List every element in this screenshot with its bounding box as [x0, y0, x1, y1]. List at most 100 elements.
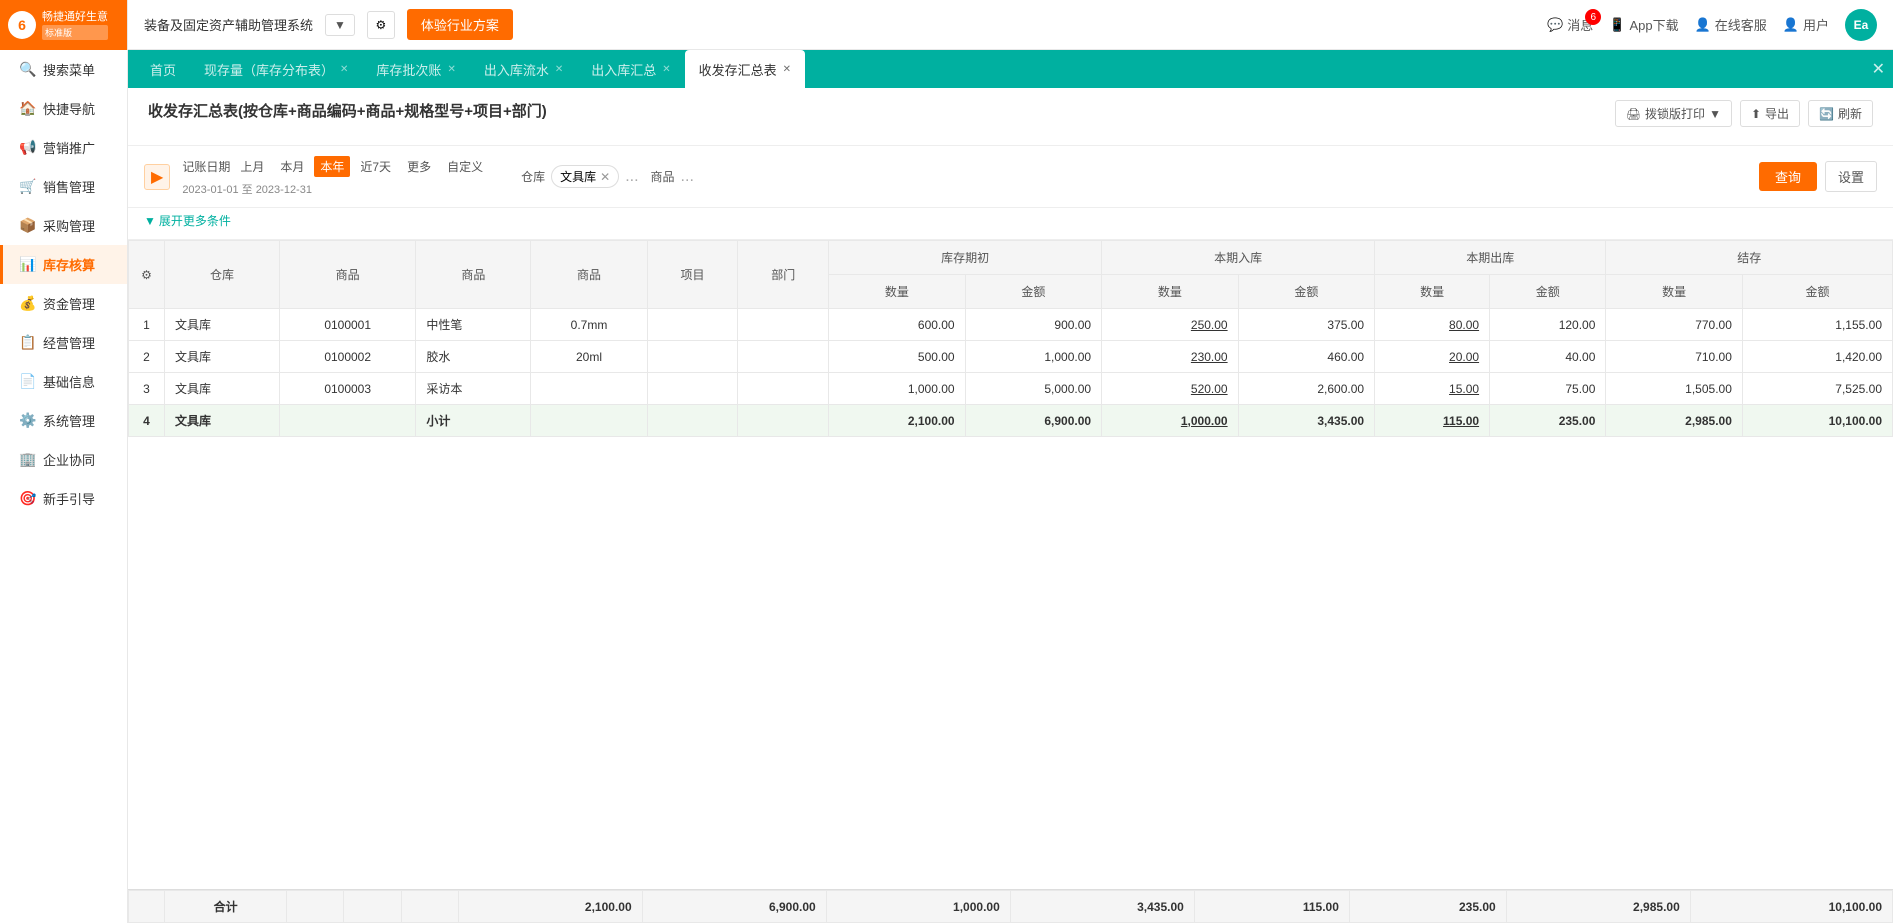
sidebar-item-purchase[interactable]: 📦 采购管理 [0, 206, 127, 245]
sidebar-item-search[interactable]: 🔍 搜索菜单 [0, 50, 127, 89]
basic-icon: 📄 [19, 373, 35, 390]
filter-expand-arrow[interactable]: ▶ [144, 164, 170, 190]
tab-inventory-dist[interactable]: 现存量（库存分布表） ✕ [190, 50, 362, 88]
avatar[interactable]: Ea [1845, 9, 1877, 41]
inbound-qty-link[interactable]: 1,000.00 [1181, 414, 1228, 428]
sidebar-item-marketing[interactable]: 📢 营销推广 [0, 128, 127, 167]
outbound-qty-link[interactable]: 80.00 [1449, 318, 1479, 332]
tab-summary-close[interactable]: ✕ [662, 64, 670, 75]
expand-more-button[interactable]: ▼ 展开更多条件 [144, 212, 231, 229]
tab-inventory-dist-close[interactable]: ✕ [340, 64, 348, 75]
th-inbound: 本期入库 [1102, 241, 1375, 275]
cell-outbound-amt: 120.00 [1490, 309, 1606, 341]
filter-action-buttons: 查询 设置 [1759, 161, 1877, 192]
date-btn-7days[interactable]: 近7天 [354, 156, 397, 177]
message-button[interactable]: 💬 消息 6 [1547, 15, 1593, 34]
date-btn-this-month[interactable]: 本月 [274, 156, 310, 177]
sidebar-item-label: 系统管理 [43, 411, 95, 430]
cell-closing-amt: 10,100.00 [1742, 405, 1892, 437]
cell-opening-qty: 2,100.00 [829, 405, 966, 437]
sidebar-item-enterprise[interactable]: 🏢 企业协同 [0, 440, 127, 479]
inbound-qty-link[interactable]: 230.00 [1191, 350, 1228, 364]
sidebar-item-guide[interactable]: 🎯 新手引导 [0, 479, 127, 518]
sidebar-item-operations[interactable]: 📋 经营管理 [0, 323, 127, 362]
refresh-button[interactable]: 🔄 刷新 [1808, 100, 1873, 127]
tab-summary[interactable]: 出入库汇总 ✕ [577, 50, 684, 88]
cell-inbound-qty: 250.00 [1102, 309, 1239, 341]
tab-batch[interactable]: 库存批次账 ✕ [362, 50, 469, 88]
cell-closing-amt: 1,155.00 [1742, 309, 1892, 341]
cell-outbound-qty: 115.00 [1375, 405, 1490, 437]
purchase-icon: 📦 [19, 217, 35, 234]
sidebar-item-inventory[interactable]: 📊 库存核算 [0, 245, 127, 284]
header-actions: 🖨 拨锁版打印 ▼ ⬆ 导出 🔄 刷新 [1615, 100, 1873, 127]
th-inbound-qty: 数量 [1102, 275, 1239, 309]
sidebar-item-system[interactable]: ⚙️ 系统管理 [0, 401, 127, 440]
tab-inventory-dist-label: 现存量（库存分布表） [204, 60, 334, 79]
cell-inbound-qty: 230.00 [1102, 341, 1239, 373]
tab-batch-close[interactable]: ✕ [447, 64, 455, 75]
outbound-qty-link[interactable]: 115.00 [1443, 414, 1479, 428]
print-button[interactable]: 🖨 拨锁版打印 ▼ [1615, 100, 1732, 127]
operations-icon: 📋 [19, 334, 35, 351]
topbar-left: 装备及固定资产辅助管理系统 装备及固定资产辅助管理系统 ▼ ⚙ 体验行业方案 [144, 9, 513, 40]
sidebar-item-quicknav[interactable]: 🏠 快捷导航 [0, 89, 127, 128]
warehouse-ellipsis[interactable]: ... [625, 168, 638, 186]
tab-recv-summary[interactable]: 收发存汇总表 ✕ [685, 50, 805, 88]
inbound-qty-link[interactable]: 520.00 [1191, 382, 1228, 396]
date-btn-custom[interactable]: 自定义 [441, 156, 489, 177]
sidebar-item-label: 新手引导 [43, 489, 95, 508]
table-row: 1 文具库 0100001 中性笔 0.7mm 600.00 900.00 25… [129, 309, 1893, 341]
user-label: 用户 [1803, 15, 1829, 34]
close-all-tabs[interactable]: ✕ [1872, 59, 1885, 79]
th-closing: 结存 [1606, 241, 1893, 275]
system-dropdown[interactable]: 装备及固定资产辅助管理系统 ▼ [325, 14, 355, 36]
online-service-button[interactable]: 👤 在线客服 [1695, 15, 1767, 34]
outbound-qty-link[interactable]: 15.00 [1449, 382, 1479, 396]
sidebar-item-basic[interactable]: 📄 基础信息 [0, 362, 127, 401]
product-ellipsis[interactable]: ... [681, 168, 694, 186]
th-product-spec: 商品 [531, 241, 647, 309]
tab-recv-summary-close[interactable]: ✕ [783, 64, 791, 75]
tab-batch-label: 库存批次账 [376, 60, 441, 79]
warehouse-tag: 文具库 ✕ [551, 165, 619, 188]
th-project: 项目 [647, 241, 738, 309]
th-opening: 库存期初 [829, 241, 1102, 275]
footer-opening-qty: 2,100.00 [458, 891, 642, 923]
app-download-label: App下载 [1629, 15, 1678, 34]
footer-inbound-amt: 3,435.00 [1010, 891, 1194, 923]
cell-product-name: 中性笔 [416, 309, 531, 341]
sidebar-item-label: 经营管理 [43, 333, 95, 352]
query-button[interactable]: 查询 [1759, 162, 1817, 191]
th-inbound-amt: 金额 [1238, 275, 1375, 309]
inbound-qty-link[interactable]: 250.00 [1191, 318, 1228, 332]
sidebar-item-sales[interactable]: 🛒 销售管理 [0, 167, 127, 206]
experience-button[interactable]: 体验行业方案 [407, 9, 513, 40]
outbound-qty-link[interactable]: 20.00 [1449, 350, 1479, 364]
sidebar-item-label: 快捷导航 [43, 99, 95, 118]
guide-icon: 🎯 [19, 490, 35, 507]
app-download-button[interactable]: 📱 App下载 [1609, 15, 1678, 34]
sidebar-item-finance[interactable]: 💰 资金管理 [0, 284, 127, 323]
settings-button[interactable]: 设置 [1825, 161, 1877, 192]
tab-home[interactable]: 首页 [136, 50, 190, 88]
enterprise-icon: 🏢 [19, 451, 35, 468]
cell-product-spec [531, 373, 647, 405]
date-btn-more[interactable]: 更多 [401, 156, 437, 177]
settings-button[interactable]: ⚙ [367, 11, 395, 39]
date-btn-this-year[interactable]: 本年 [314, 156, 350, 177]
cell-opening-amt: 900.00 [965, 309, 1102, 341]
sidebar-item-label: 搜索菜单 [43, 60, 95, 79]
inventory-icon: 📊 [19, 256, 35, 273]
th-opening-qty: 数量 [829, 275, 966, 309]
date-btn-last-month[interactable]: 上月 [234, 156, 270, 177]
warehouse-tag-close[interactable]: ✕ [600, 170, 610, 184]
tab-flow-close[interactable]: ✕ [555, 64, 563, 75]
cell-warehouse: 文具库 [165, 405, 280, 437]
th-settings[interactable]: ⚙ [129, 241, 165, 309]
tab-flow[interactable]: 出入库流水 ✕ [470, 50, 577, 88]
user-menu[interactable]: 👤 用户 [1783, 15, 1829, 34]
cell-warehouse: 文具库 [165, 309, 280, 341]
cell-project [647, 373, 738, 405]
export-button[interactable]: ⬆ 导出 [1740, 100, 1800, 127]
